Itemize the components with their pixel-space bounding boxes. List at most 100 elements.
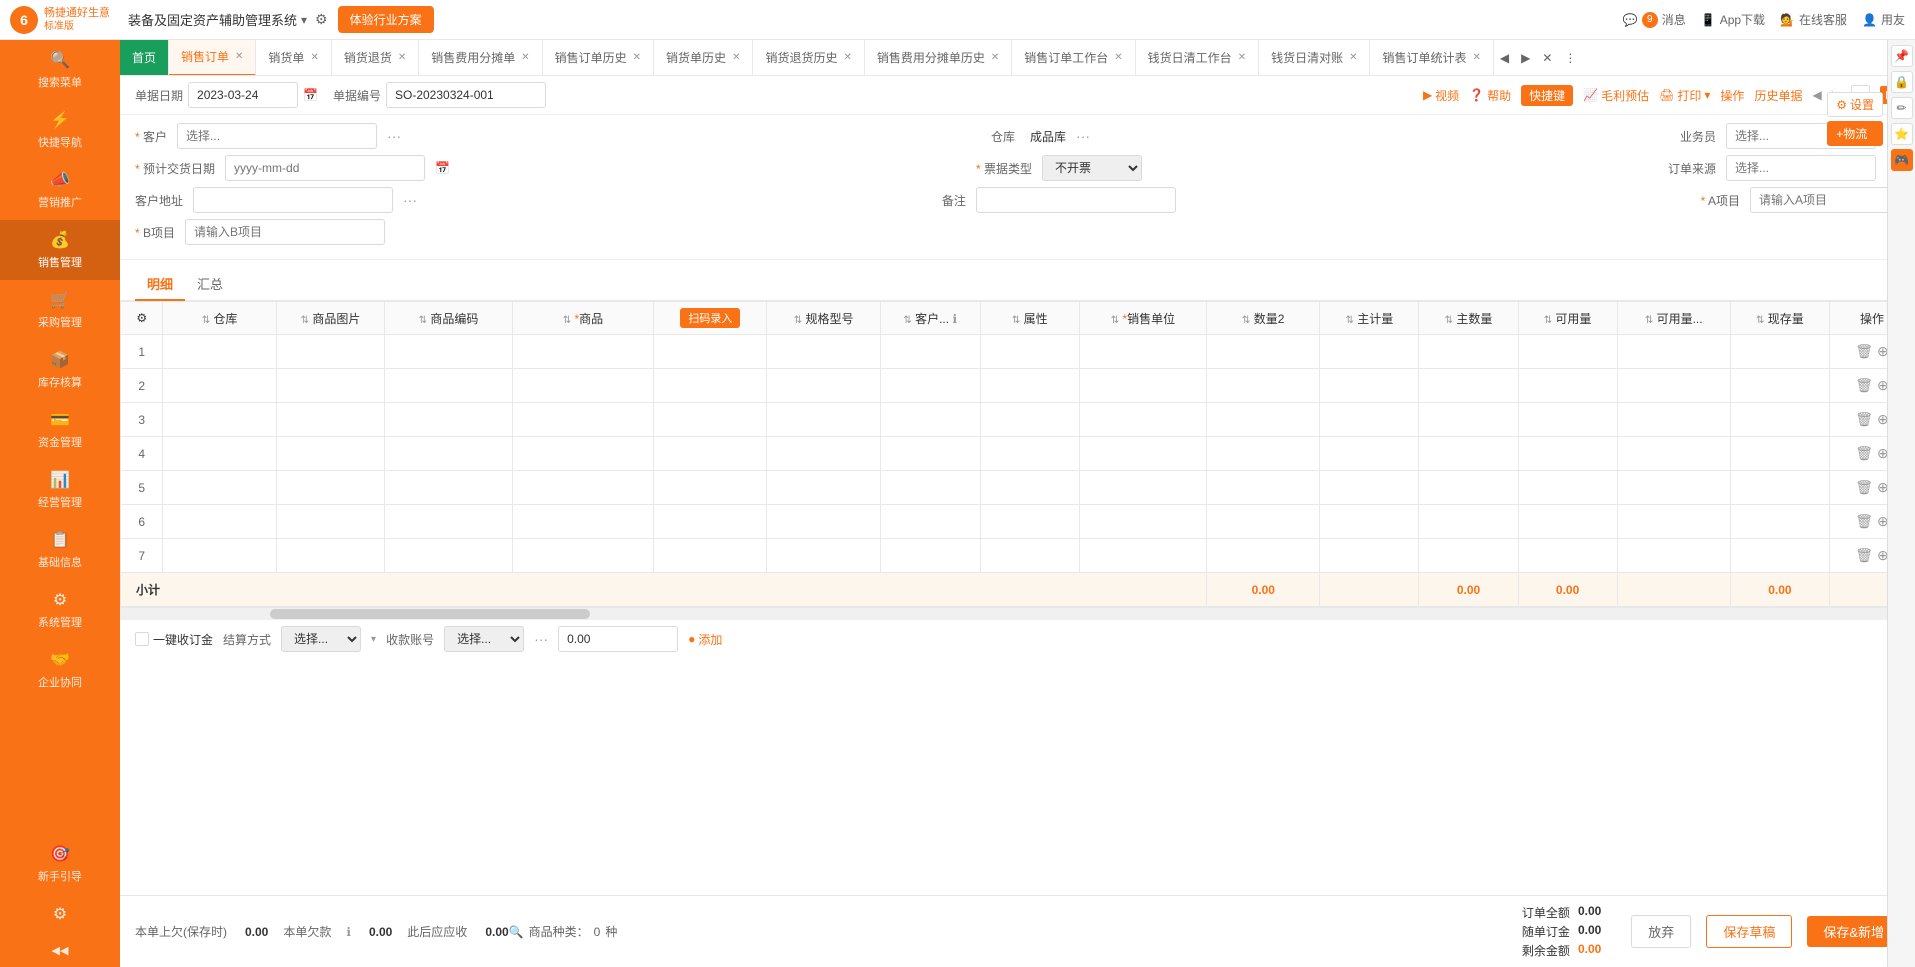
print-button[interactable]: 🖨 打印 ▾ [1659,87,1710,104]
rpanel-pin-button[interactable]: 📌 [1891,45,1913,67]
sort-main-qty-icon[interactable]: ⇅ [1445,315,1453,326]
row-4-main-unit[interactable] [1320,437,1419,471]
tab-sales-receipt[interactable]: 销货单 ✕ [256,40,331,76]
sidebar-item-finance[interactable]: 💳 资金管理 [0,400,120,460]
save-draft-button[interactable]: 保存草稿 [1706,915,1792,948]
row-3-main-qty[interactable] [1419,403,1518,437]
help-button[interactable]: ❓ 帮助 [1469,87,1511,104]
tab-detail[interactable]: 明细 [135,268,185,301]
rpanel-star-button[interactable]: ⭐ [1891,123,1913,145]
sort-spec-icon[interactable]: ⇅ [794,315,802,326]
row-6-attrs[interactable] [980,505,1079,539]
row-3-spec[interactable] [767,403,880,437]
row-7-qty2[interactable] [1207,539,1320,573]
sidebar-item-search[interactable]: 🔍 搜索菜单 [0,40,120,100]
tab-sales-receipt-close[interactable]: ✕ [310,52,318,63]
sidebar-item-purchase[interactable]: 🛒 采购管理 [0,280,120,340]
row-3-warehouse[interactable] [163,403,276,437]
order-source-input[interactable] [1726,155,1876,181]
row-2-customer-code[interactable] [880,369,980,403]
row-3-code[interactable] [385,403,512,437]
sort-main-unit-icon[interactable]: ⇅ [1346,315,1354,326]
row-7-attrs[interactable] [980,539,1079,573]
tab-sales-return[interactable]: 销货退货 ✕ [332,40,419,76]
row-5-delete-icon[interactable]: 🗑 [1855,479,1873,496]
sidebar-item-sales[interactable]: 💰 销售管理 [0,220,120,280]
prev-record-button[interactable]: ◀ [1812,88,1821,102]
row-6-delete-icon[interactable]: 🗑 [1855,513,1873,530]
tab-reconcile-close[interactable]: ✕ [1349,52,1357,63]
row-1-main-qty[interactable] [1419,335,1518,369]
tab-reconcile[interactable]: 钱货日清对账 ✕ [1259,40,1370,76]
add-payment-button[interactable]: ● 添加 [688,631,722,648]
row-7-product[interactable] [512,539,654,573]
sort-customer-code-icon[interactable]: ⇅ [903,315,911,326]
row-4-customer-code[interactable] [880,437,980,471]
account-dots-button[interactable]: ··· [534,631,548,647]
row-6-customer-code[interactable] [880,505,980,539]
remark-input[interactable] [976,187,1176,213]
th-settings[interactable]: ⚙ [121,302,163,335]
tab-return-history[interactable]: 销货退货历史 ✕ [753,40,864,76]
shortcut-button[interactable]: 快捷键 [1521,85,1573,106]
row-1-main-unit[interactable] [1320,335,1419,369]
tab-sales-order[interactable]: 销售订单 ✕ [169,40,256,76]
row-1-qty2[interactable] [1207,335,1320,369]
online-service-button[interactable]: 💁 在线客服 [1780,11,1847,28]
row-4-qty2[interactable] [1207,437,1320,471]
tab-daily-clear[interactable]: 钱货日清工作台 ✕ [1136,40,1259,76]
sort-available2-icon[interactable]: ⇅ [1645,315,1653,326]
row-6-code[interactable] [385,505,512,539]
row-7-customer-code[interactable] [880,539,980,573]
rpanel-lock-button[interactable]: 🔒 [1891,71,1913,93]
row-5-unit[interactable] [1079,471,1206,505]
warehouse-dots-button[interactable]: ··· [1076,128,1090,144]
discard-button[interactable]: 放弃 [1631,915,1691,948]
row-1-attrs[interactable] [980,335,1079,369]
sort-attrs-icon[interactable]: ⇅ [1012,315,1020,326]
row-2-unit[interactable] [1079,369,1206,403]
row-5-code[interactable] [385,471,512,505]
row-3-attrs[interactable] [980,403,1079,437]
row-4-code[interactable] [385,437,512,471]
row-1-delete-icon[interactable]: 🗑 [1855,343,1873,360]
profit-button[interactable]: 📈 毛利预估 [1583,87,1649,104]
order-no-input[interactable] [386,82,546,108]
tab-more-button[interactable]: ⋮ [1558,40,1582,76]
sort-code-icon[interactable]: ⇅ [419,315,427,326]
row-6-unit[interactable] [1079,505,1206,539]
delivery-calendar-icon[interactable]: 📅 [435,161,450,175]
row-7-unit[interactable] [1079,539,1206,573]
sort-qty2-icon[interactable]: ⇅ [1242,315,1250,326]
delivery-input[interactable] [225,155,425,181]
sidebar-item-marketing[interactable]: 📣 营销推广 [0,160,120,220]
one-click-checkbox-wrap[interactable]: 一键收订金 [135,631,213,648]
sidebar-item-collab[interactable]: 🤝 企业协同 [0,640,120,700]
row-5-customer-code[interactable] [880,471,980,505]
row-6-qty2[interactable] [1207,505,1320,539]
settings-icon[interactable]: ⚙ [315,11,328,28]
one-click-checkbox[interactable] [135,632,149,646]
row-7-code[interactable] [385,539,512,573]
customer-addr-input[interactable] [193,187,393,213]
scrollbar-thumb[interactable] [270,609,590,619]
row-5-spec[interactable] [767,471,880,505]
tab-close-all-button[interactable]: ✕ [1536,40,1558,76]
sort-product-icon[interactable]: ⇅ [563,315,571,326]
row-5-main-qty[interactable] [1419,471,1518,505]
message-button[interactable]: 💬 9 消息 [1623,11,1686,28]
row-3-main-unit[interactable] [1320,403,1419,437]
tab-prev-button[interactable]: ◀ [1494,40,1515,76]
row-6-main-qty[interactable] [1419,505,1518,539]
tab-sales-fee-close[interactable]: ✕ [521,52,529,63]
sidebar-item-gear[interactable]: ⚙ [0,894,120,934]
tab-next-button[interactable]: ▶ [1515,40,1536,76]
tab-sales-order-history-close[interactable]: ✕ [633,52,641,63]
sort-unit-icon[interactable]: ⇅ [1111,315,1119,326]
row-6-warehouse[interactable] [163,505,276,539]
tab-receipt-history[interactable]: 销货单历史 ✕ [654,40,753,76]
row-1-spec[interactable] [767,335,880,369]
calendar-icon[interactable]: 📅 [303,88,318,102]
row-4-spec[interactable] [767,437,880,471]
tab-receipt-history-close[interactable]: ✕ [732,52,740,63]
